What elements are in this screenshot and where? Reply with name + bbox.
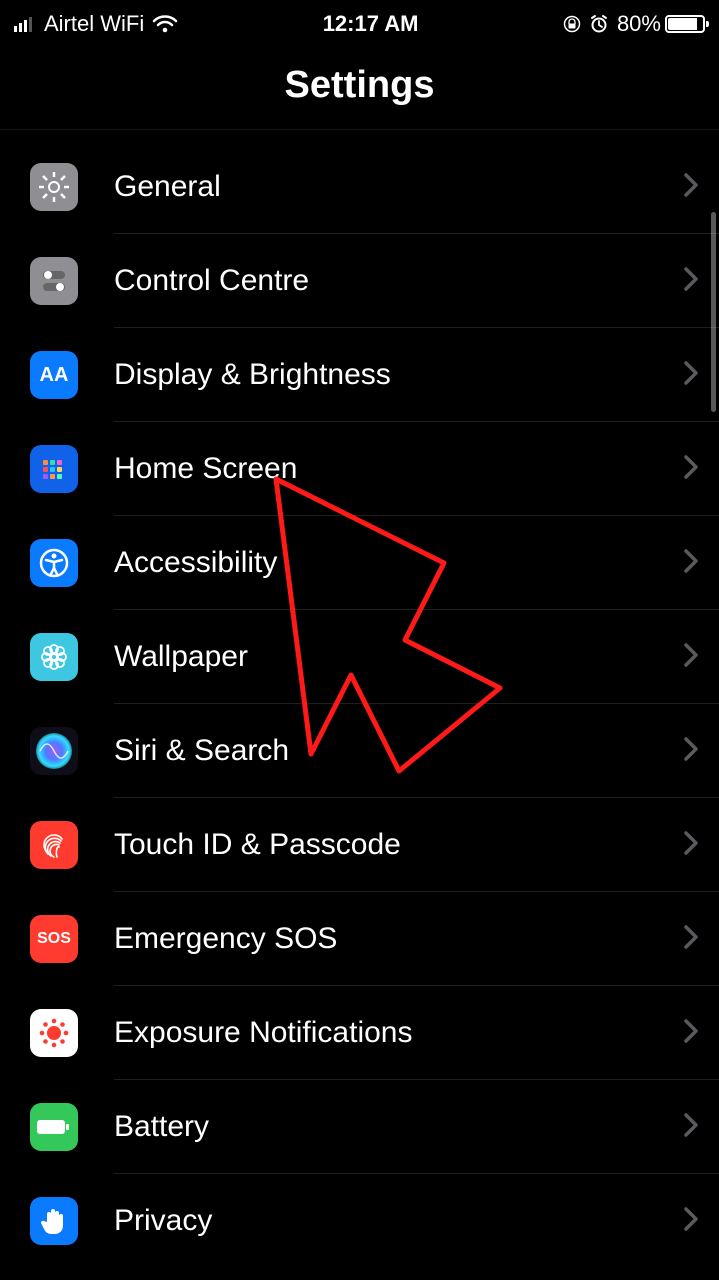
row-label: Siri & Search [114,734,683,768]
row-battery[interactable]: Battery [0,1080,719,1174]
carrier-label: Airtel WiFi [44,11,144,37]
chevron-right-icon [683,924,699,955]
row-wallpaper[interactable]: Wallpaper [0,610,719,704]
row-home-screen[interactable]: Home Screen [0,422,719,516]
row-label: Battery [114,1110,683,1144]
row-general[interactable]: General [0,140,719,234]
chevron-right-icon [683,266,699,297]
flower-icon [30,633,78,681]
row-label: Display & Brightness [114,358,683,392]
rotation-lock-icon [563,15,581,33]
status-bar: Airtel WiFi 12:17 AM 80% [0,0,719,40]
signal-icon [14,16,36,32]
app-grid-icon [30,445,78,493]
chevron-right-icon [683,454,699,485]
row-label: Accessibility [114,546,683,580]
hand-icon [30,1197,78,1245]
settings-list: General Control Centre AA Display & Brig… [0,140,719,1268]
accessibility-icon [30,539,78,587]
chevron-right-icon [683,1206,699,1237]
wifi-icon [152,14,178,34]
alarm-icon [589,14,609,34]
row-label: Wallpaper [114,640,683,674]
battery-full-icon [30,1103,78,1151]
gear-icon [30,163,78,211]
row-control-centre[interactable]: Control Centre [0,234,719,328]
clock-label: 12:17 AM [323,11,419,37]
page-title: Settings [0,40,719,130]
chevron-right-icon [683,360,699,391]
chevron-right-icon [683,830,699,861]
text-size-icon: AA [30,351,78,399]
toggles-icon [30,257,78,305]
siri-icon [30,727,78,775]
row-label: Emergency SOS [114,922,683,956]
row-accessibility[interactable]: Accessibility [0,516,719,610]
battery-icon [665,15,705,33]
row-label: General [114,170,683,204]
chevron-right-icon [683,642,699,673]
row-touch-id[interactable]: Touch ID & Passcode [0,798,719,892]
scrollbar-thumb[interactable] [711,212,716,412]
row-siri-search[interactable]: Siri & Search [0,704,719,798]
row-label: Touch ID & Passcode [114,828,683,862]
chevron-right-icon [683,548,699,579]
row-label: Privacy [114,1204,683,1238]
chevron-right-icon [683,172,699,203]
row-exposure-notifications[interactable]: Exposure Notifications [0,986,719,1080]
chevron-right-icon [683,736,699,767]
sos-icon: SOS [30,915,78,963]
row-emergency-sos[interactable]: SOS Emergency SOS [0,892,719,986]
exposure-icon [30,1009,78,1057]
row-display-brightness[interactable]: AA Display & Brightness [0,328,719,422]
row-label: Control Centre [114,264,683,298]
fingerprint-icon [30,821,78,869]
chevron-right-icon [683,1018,699,1049]
battery-percent-label: 80% [617,11,661,37]
row-label: Home Screen [114,452,683,486]
row-privacy[interactable]: Privacy [0,1174,719,1268]
row-label: Exposure Notifications [114,1016,683,1050]
chevron-right-icon [683,1112,699,1143]
bottom-spacer [0,1258,719,1280]
